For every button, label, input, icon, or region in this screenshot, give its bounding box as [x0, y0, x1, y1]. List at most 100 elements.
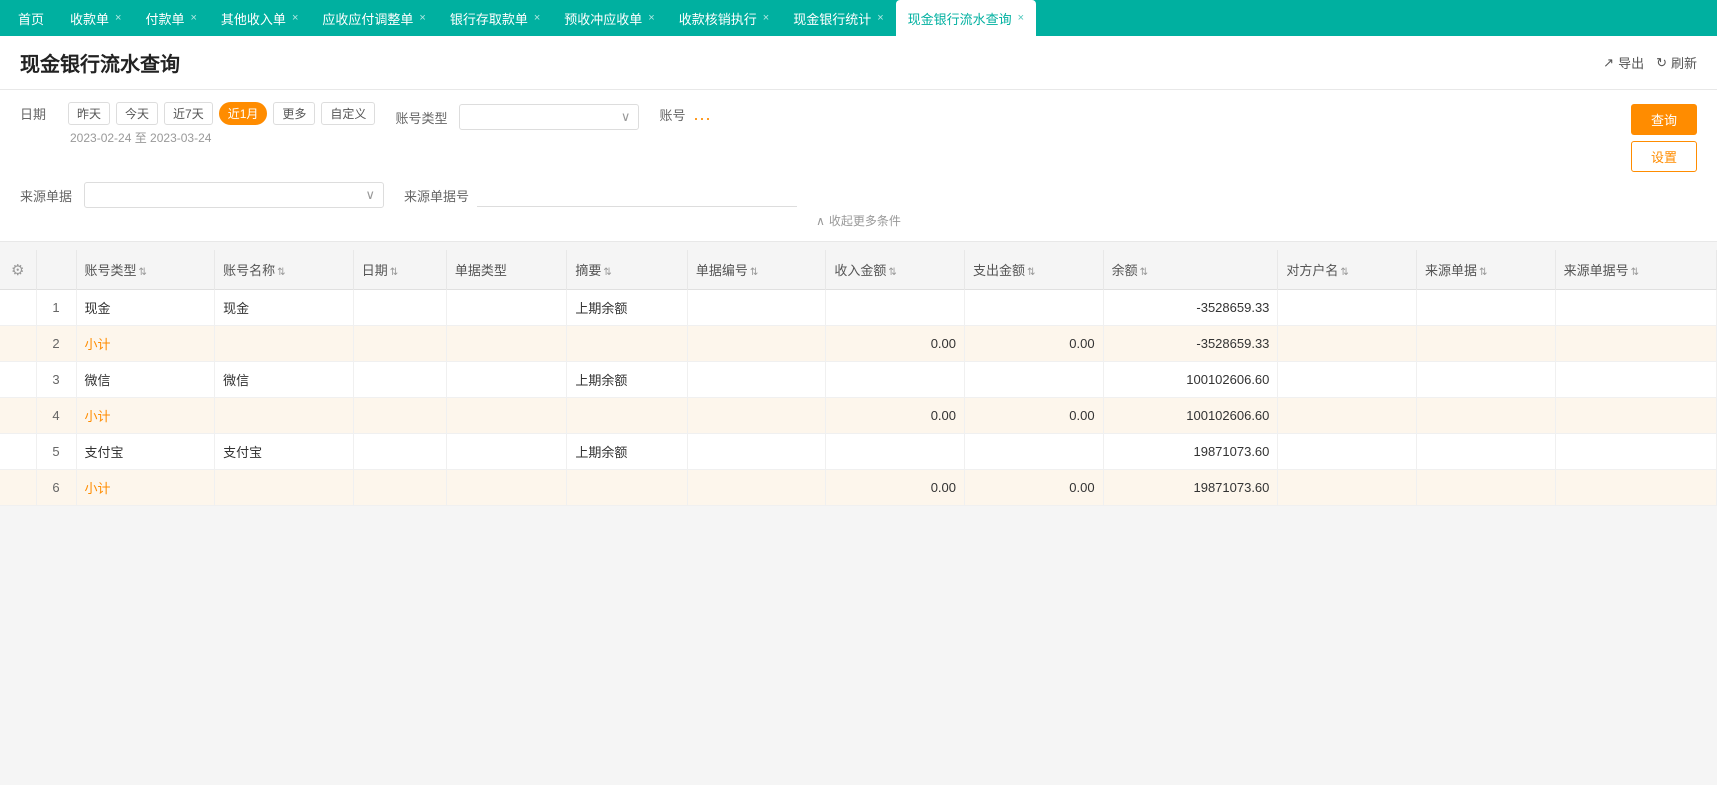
- date-btn-1month[interactable]: 近1月: [219, 102, 268, 125]
- table-row: 4小计0.000.00100102606.60: [0, 398, 1717, 434]
- income-cell: [826, 290, 965, 326]
- expense-cell: 0.00: [965, 326, 1104, 362]
- gear-cell: [0, 470, 36, 506]
- nav-tab-shoukuan-hexiao[interactable]: 收款核销执行 ×: [667, 0, 781, 36]
- date-btn-7days[interactable]: 近7天: [164, 102, 213, 125]
- nav-home[interactable]: 首页: [4, 9, 58, 28]
- nav-tab-qita[interactable]: 其他收入单 ×: [209, 0, 310, 36]
- close-icon[interactable]: ×: [648, 12, 654, 24]
- chevron-up-icon: ∧: [816, 214, 825, 228]
- date-btn-yesterday[interactable]: 昨天: [68, 102, 110, 125]
- account-name-cell: 支付宝: [215, 434, 354, 470]
- page-title: 现金银行流水查询: [20, 48, 180, 77]
- close-icon[interactable]: ×: [534, 12, 540, 24]
- column-doc-type[interactable]: 单据类型: [446, 250, 566, 290]
- account-type-label: 账号类型: [395, 108, 451, 127]
- column-income[interactable]: 收入金额⇅: [826, 250, 965, 290]
- column-expense[interactable]: 支出金额⇅: [965, 250, 1104, 290]
- doc-no-cell: [687, 434, 826, 470]
- close-icon[interactable]: ×: [877, 12, 883, 24]
- doc-type-cell: [446, 434, 566, 470]
- income-cell: 0.00: [826, 326, 965, 362]
- doc-type-cell: [446, 398, 566, 434]
- source-doc-cell: [1417, 470, 1556, 506]
- column-doc-no[interactable]: 单据编号⇅: [687, 250, 826, 290]
- column-summary[interactable]: 摘要⇅: [567, 250, 687, 290]
- close-icon[interactable]: ×: [115, 12, 121, 24]
- refresh-button[interactable]: ↻ 刷新: [1656, 53, 1697, 72]
- table-row: 3微信微信上期余额100102606.60: [0, 362, 1717, 398]
- date-btn-today[interactable]: 今天: [116, 102, 158, 125]
- close-icon[interactable]: ×: [419, 12, 425, 24]
- doc-no-cell: [687, 398, 826, 434]
- table-row: 6小计0.000.0019871073.60: [0, 470, 1717, 506]
- source-doc-no-input[interactable]: [477, 183, 797, 207]
- sort-icon: ⇅: [390, 267, 398, 278]
- counterpart-cell: [1278, 434, 1417, 470]
- date-btn-more[interactable]: 更多: [273, 102, 315, 125]
- expense-cell: [965, 290, 1104, 326]
- setting-button[interactable]: 设置: [1631, 141, 1697, 172]
- nav-tab-shoukuandan[interactable]: 收款单 ×: [58, 0, 133, 36]
- table-row: 2小计0.000.00-3528659.33: [0, 326, 1717, 362]
- table-row: 5支付宝支付宝上期余额19871073.60: [0, 434, 1717, 470]
- expense-cell: [965, 434, 1104, 470]
- sort-icon: ⇅: [750, 267, 758, 278]
- income-cell: 0.00: [826, 470, 965, 506]
- nav-tab-yushou[interactable]: 预收冲应收单 ×: [552, 0, 666, 36]
- nav-tab-yingshou[interactable]: 应收应付调整单 ×: [310, 0, 437, 36]
- account-type-select[interactable]: ∨: [459, 104, 639, 130]
- source-doc-select[interactable]: ∨: [84, 182, 384, 208]
- collapse-row: ∧ 收起更多条件: [20, 208, 1697, 229]
- column-counterpart[interactable]: 对方户名⇅: [1278, 250, 1417, 290]
- nav-tab-yinhang[interactable]: 银行存取款单 ×: [438, 0, 552, 36]
- account-type-cell: 微信: [76, 362, 215, 398]
- doc-no-cell: [687, 362, 826, 398]
- column-source-doc-no[interactable]: 来源单据号⇅: [1555, 250, 1716, 290]
- gear-icon[interactable]: ⚙: [11, 262, 24, 279]
- collapse-button[interactable]: ∧ 收起更多条件: [816, 212, 901, 229]
- table-header-row: ⚙ 账号类型⇅ 账号名称⇅ 日期⇅ 单据类型 摘要⇅: [0, 250, 1717, 290]
- refresh-icon: ↻: [1656, 55, 1667, 71]
- column-source-doc[interactable]: 来源单据⇅: [1417, 250, 1556, 290]
- nav-tab-liushui[interactable]: 现金银行流水查询 ×: [896, 0, 1036, 36]
- summary-cell: 上期余额: [567, 290, 687, 326]
- query-button[interactable]: 查询: [1631, 104, 1697, 135]
- column-account-name[interactable]: 账号名称⇅: [215, 250, 354, 290]
- close-icon[interactable]: ×: [763, 12, 769, 24]
- column-date[interactable]: 日期⇅: [353, 250, 446, 290]
- close-icon[interactable]: ×: [292, 12, 298, 24]
- date-buttons: 昨天 今天 近7天 近1月 更多 自定义: [68, 102, 375, 125]
- column-account-type[interactable]: 账号类型⇅: [76, 250, 215, 290]
- doc-no-cell: [687, 470, 826, 506]
- expense-cell: [965, 362, 1104, 398]
- sort-icon: ⇅: [1027, 267, 1035, 278]
- source-doc-no-label: 来源单据号: [404, 186, 469, 205]
- sort-icon: ⇅: [277, 267, 285, 278]
- date-btn-custom[interactable]: 自定义: [321, 102, 375, 125]
- doc-type-cell: [446, 326, 566, 362]
- gear-cell: [0, 326, 36, 362]
- account-type-cell: 小计: [76, 326, 215, 362]
- doc-no-cell: [687, 290, 826, 326]
- date-cell: [353, 362, 446, 398]
- account-label: 账号: [659, 105, 685, 124]
- balance-cell: 19871073.60: [1103, 470, 1278, 506]
- close-icon[interactable]: ×: [1018, 12, 1024, 24]
- sort-icon: ⇅: [603, 267, 611, 278]
- column-balance[interactable]: 余额⇅: [1103, 250, 1278, 290]
- nav-tab-tongji[interactable]: 现金银行统计 ×: [781, 0, 895, 36]
- source-doc-no-cell: [1555, 362, 1716, 398]
- account-name-cell: [215, 326, 354, 362]
- column-gear[interactable]: ⚙: [0, 250, 36, 290]
- doc-type-cell: [446, 362, 566, 398]
- seq-cell: 6: [36, 470, 76, 506]
- seq-cell: 5: [36, 434, 76, 470]
- nav-tab-fukuandan[interactable]: 付款单 ×: [133, 0, 208, 36]
- account-dots-button[interactable]: ...: [693, 104, 711, 125]
- close-icon[interactable]: ×: [190, 12, 196, 24]
- summary-cell: [567, 326, 687, 362]
- export-icon: ↗: [1603, 55, 1614, 71]
- export-button[interactable]: ↗ 导出: [1603, 53, 1644, 72]
- source-doc-no-cell: [1555, 398, 1716, 434]
